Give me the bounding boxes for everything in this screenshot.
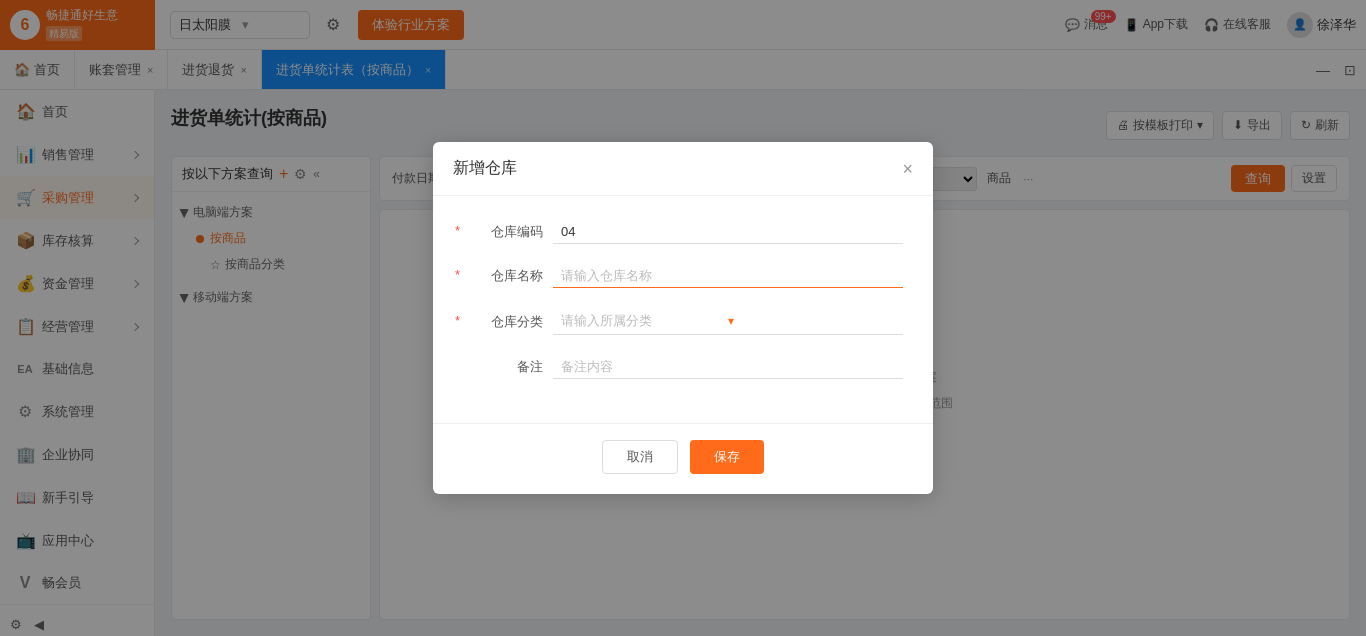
warehouse-code-input[interactable] bbox=[553, 220, 903, 244]
warehouse-category-row: 仓库分类 请输入所属分类 ▾ bbox=[463, 308, 903, 335]
warehouse-name-input[interactable] bbox=[553, 264, 903, 288]
modal-footer: 取消 保存 bbox=[433, 423, 933, 494]
warehouse-name-label: 仓库名称 bbox=[463, 267, 543, 285]
add-warehouse-modal: 新增仓库 × 仓库编码 仓库名称 仓库分类 请输入所属分类 ▾ bbox=[433, 142, 933, 494]
warehouse-category-label: 仓库分类 bbox=[463, 313, 543, 331]
category-dropdown-icon: ▾ bbox=[728, 314, 895, 328]
warehouse-code-label: 仓库编码 bbox=[463, 223, 543, 241]
modal-header: 新增仓库 × bbox=[433, 142, 933, 196]
cancel-button[interactable]: 取消 bbox=[602, 440, 678, 474]
warehouse-note-input[interactable] bbox=[553, 355, 903, 379]
warehouse-note-row: 备注 bbox=[463, 355, 903, 379]
warehouse-code-row: 仓库编码 bbox=[463, 220, 903, 244]
warehouse-name-row: 仓库名称 bbox=[463, 264, 903, 288]
warehouse-note-label: 备注 bbox=[463, 358, 543, 376]
warehouse-category-select[interactable]: 请输入所属分类 ▾ bbox=[553, 308, 903, 335]
modal-overlay[interactable]: 新增仓库 × 仓库编码 仓库名称 仓库分类 请输入所属分类 ▾ bbox=[0, 0, 1366, 636]
modal-title: 新增仓库 bbox=[453, 158, 517, 179]
modal-close-button[interactable]: × bbox=[902, 160, 913, 178]
save-button[interactable]: 保存 bbox=[690, 440, 764, 474]
modal-body: 仓库编码 仓库名称 仓库分类 请输入所属分类 ▾ 备注 bbox=[433, 196, 933, 423]
